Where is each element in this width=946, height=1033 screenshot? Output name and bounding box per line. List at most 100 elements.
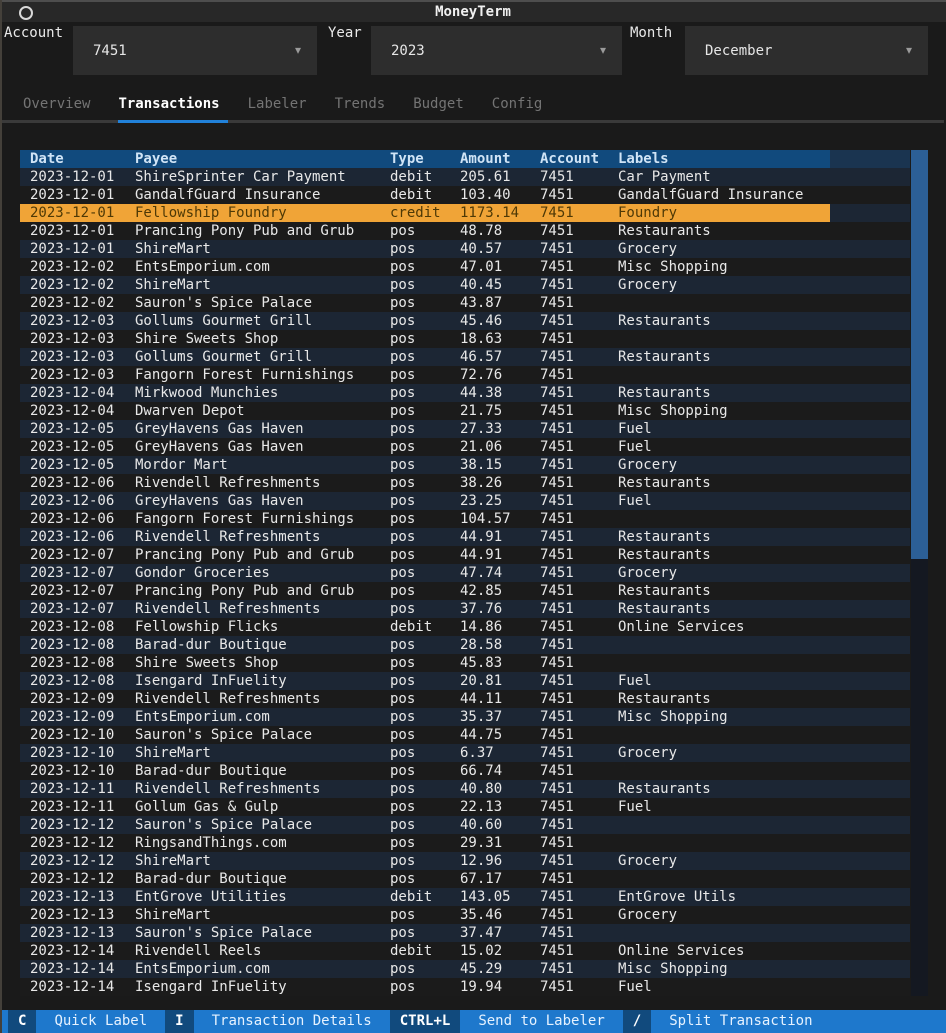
app-title: MoneyTerm <box>0 2 946 22</box>
table-row[interactable]: 2023-12-03 Fangorn Forest Furnishings po… <box>20 366 910 384</box>
table-row[interactable]: 2023-12-03 Shire Sweets Shop pos 18.63 7… <box>20 330 910 348</box>
table-row[interactable]: 2023-12-11 Rivendell Refreshments pos 40… <box>20 780 910 798</box>
table-row[interactable]: 2023-12-14 Isengard InFuelity pos 19.94 … <box>20 978 910 996</box>
table-row[interactable]: 2023-12-10 Barad-dur Boutique pos 66.74 … <box>20 762 910 780</box>
table-row[interactable]: 2023-12-07 Prancing Pony Pub and Grub po… <box>20 546 910 564</box>
cell-date: 2023-12-13 <box>20 888 135 906</box>
tab-transactions[interactable]: Transactions <box>118 96 219 113</box>
table-row[interactable]: 2023-12-06 Fangorn Forest Furnishings po… <box>20 510 910 528</box>
table-row[interactable]: 2023-12-12 Sauron's Spice Palace pos 40.… <box>20 816 910 834</box>
cell-payee: Barad-dur Boutique <box>135 636 390 654</box>
cell-amount: 143.05 <box>460 888 540 906</box>
cell-date: 2023-12-05 <box>20 456 135 474</box>
tab-config[interactable]: Config <box>492 96 543 113</box>
table-row[interactable]: 2023-12-02 Sauron's Spice Palace pos 43.… <box>20 294 910 312</box>
cell-type: pos <box>390 762 460 780</box>
table-row[interactable]: 2023-12-07 Gondor Groceries pos 47.74 74… <box>20 564 910 582</box>
account-select[interactable]: 7451 ▼ <box>73 26 317 75</box>
cell-date: 2023-12-10 <box>20 726 135 744</box>
shortcut-key-quick-label[interactable]: C <box>8 1010 36 1033</box>
cell-date: 2023-12-13 <box>20 906 135 924</box>
table-row[interactable]: 2023-12-14 EntsEmporium.com pos 45.29 74… <box>20 960 910 978</box>
cell-payee: EntGrove Utilities <box>135 888 390 906</box>
cell-amount: 21.75 <box>460 402 540 420</box>
table-row[interactable]: 2023-12-04 Mirkwood Munchies pos 44.38 7… <box>20 384 910 402</box>
cell-type: pos <box>390 510 460 528</box>
shortcut-key-send-to-labeler[interactable]: CTRL+L <box>390 1010 461 1033</box>
table-row[interactable]: 2023-12-12 RingsandThings.com pos 29.31 … <box>20 834 910 852</box>
column-header-account: Account <box>540 150 618 168</box>
table-row[interactable]: 2023-12-12 ShireMart pos 12.96 7451 Groc… <box>20 852 910 870</box>
table-row[interactable]: 2023-12-12 Barad-dur Boutique pos 67.17 … <box>20 870 910 888</box>
table-scrollbar-track[interactable] <box>911 150 928 996</box>
table-row[interactable]: 2023-12-03 Gollums Gourmet Grill pos 46.… <box>20 348 910 366</box>
table-row[interactable]: 2023-12-05 GreyHavens Gas Haven pos 21.0… <box>20 438 910 456</box>
shortcut-action-quick-label[interactable]: Quick Label <box>36 1010 165 1033</box>
table-row[interactable]: 2023-12-03 Gollums Gourmet Grill pos 45.… <box>20 312 910 330</box>
table-row[interactable]: 2023-12-14 Rivendell Reels debit 15.02 7… <box>20 942 910 960</box>
table-row[interactable]: 2023-12-02 ShireMart pos 40.45 7451 Groc… <box>20 276 910 294</box>
table-row[interactable]: 2023-12-01 ShireMart pos 40.57 7451 Groc… <box>20 240 910 258</box>
shortcut-action-split-transaction[interactable]: Split Transaction <box>651 1010 830 1033</box>
table-row[interactable]: 2023-12-01 Prancing Pony Pub and Grub po… <box>20 222 910 240</box>
table-row[interactable]: 2023-12-13 ShireMart pos 35.46 7451 Groc… <box>20 906 910 924</box>
account-select-value: 7451 <box>73 43 127 59</box>
tab-budget[interactable]: Budget <box>413 96 464 113</box>
cell-type: pos <box>390 330 460 348</box>
table-row[interactable]: 2023-12-05 GreyHavens Gas Haven pos 27.3… <box>20 420 910 438</box>
table-row[interactable]: 2023-12-09 Rivendell Refreshments pos 44… <box>20 690 910 708</box>
table-row[interactable]: 2023-12-10 Sauron's Spice Palace pos 44.… <box>20 726 910 744</box>
tab-labeler[interactable]: Labeler <box>248 96 307 113</box>
column-header-type: Type <box>390 150 460 168</box>
tab-trends[interactable]: Trends <box>335 96 386 113</box>
row-filler <box>830 312 910 330</box>
table-row[interactable]: 2023-12-06 Rivendell Refreshments pos 44… <box>20 528 910 546</box>
row-filler <box>830 888 910 906</box>
month-select[interactable]: December ▼ <box>685 26 928 75</box>
row-filler <box>830 924 910 942</box>
cell-type: pos <box>390 744 460 762</box>
row-filler <box>830 276 910 294</box>
cell-account: 7451 <box>540 402 618 420</box>
active-tab-indicator <box>118 120 228 123</box>
table-row[interactable]: 2023-12-05 Mordor Mart pos 38.15 7451 Gr… <box>20 456 910 474</box>
shortcut-key-transaction-details[interactable]: I <box>165 1010 193 1033</box>
year-label: Year <box>328 25 362 41</box>
cell-type: credit <box>390 204 460 222</box>
shortcut-action-send-to-labeler[interactable]: Send to Labeler <box>460 1010 622 1033</box>
table-row[interactable]: 2023-12-11 Gollum Gas & Gulp pos 22.13 7… <box>20 798 910 816</box>
table-scrollbar-thumb[interactable] <box>911 150 928 559</box>
cell-payee: Prancing Pony Pub and Grub <box>135 546 390 564</box>
table-row[interactable]: 2023-12-01 ShireSprinter Car Payment deb… <box>20 168 910 186</box>
table-row[interactable]: 2023-12-01 GandalfGuard Insurance debit … <box>20 186 910 204</box>
table-row[interactable]: 2023-12-08 Shire Sweets Shop pos 45.83 7… <box>20 654 910 672</box>
table-row[interactable]: 2023-12-06 Rivendell Refreshments pos 38… <box>20 474 910 492</box>
table-row[interactable]: 2023-12-13 EntGrove Utilities debit 143.… <box>20 888 910 906</box>
table-row[interactable]: 2023-12-08 Isengard InFuelity pos 20.81 … <box>20 672 910 690</box>
table-row[interactable]: 2023-12-07 Prancing Pony Pub and Grub po… <box>20 582 910 600</box>
table-row[interactable]: 2023-12-02 EntsEmporium.com pos 47.01 74… <box>20 258 910 276</box>
table-row[interactable]: 2023-12-10 ShireMart pos 6.37 7451 Groce… <box>20 744 910 762</box>
cell-account: 7451 <box>540 618 618 636</box>
table-row[interactable]: 2023-12-08 Fellowship Flicks debit 14.86… <box>20 618 910 636</box>
shortcut-action-transaction-details[interactable]: Transaction Details <box>194 1010 390 1033</box>
table-row[interactable]: 2023-12-07 Rivendell Refreshments pos 37… <box>20 600 910 618</box>
row-filler <box>830 960 910 978</box>
cell-account: 7451 <box>540 438 618 456</box>
table-row[interactable]: 2023-12-06 GreyHavens Gas Haven pos 23.2… <box>20 492 910 510</box>
shortcut-key-split-transaction[interactable]: / <box>623 1010 651 1033</box>
cell-amount: 72.76 <box>460 366 540 384</box>
cell-account: 7451 <box>540 600 618 618</box>
table-row[interactable]: 2023-12-01 Fellowship Foundry credit 117… <box>20 204 910 222</box>
cell-amount: 45.29 <box>460 960 540 978</box>
year-select[interactable]: 2023 ▼ <box>371 26 622 75</box>
tab-overview[interactable]: Overview <box>23 96 90 113</box>
month-label: Month <box>630 25 672 41</box>
table-row[interactable]: 2023-12-09 EntsEmporium.com pos 35.37 74… <box>20 708 910 726</box>
cell-date: 2023-12-10 <box>20 762 135 780</box>
cell-type: pos <box>390 222 460 240</box>
table-row[interactable]: 2023-12-04 Dwarven Depot pos 21.75 7451 … <box>20 402 910 420</box>
table-row[interactable]: 2023-12-13 Sauron's Spice Palace pos 37.… <box>20 924 910 942</box>
table-row[interactable]: 2023-12-08 Barad-dur Boutique pos 28.58 … <box>20 636 910 654</box>
cell-type: pos <box>390 780 460 798</box>
